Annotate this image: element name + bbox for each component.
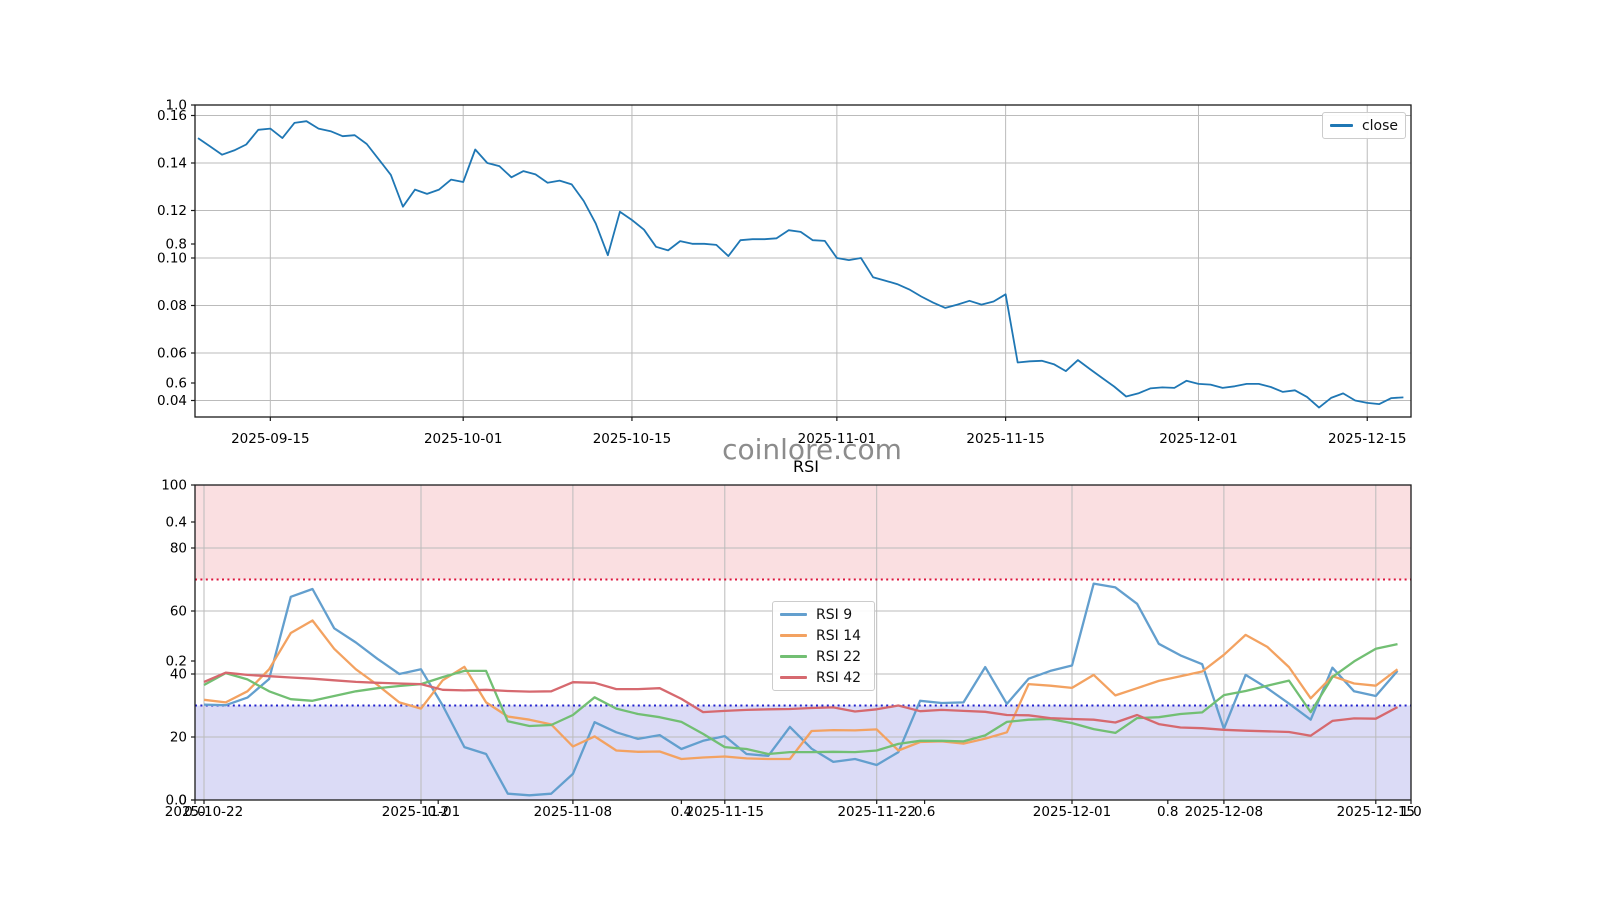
rsi-panel-title: RSI — [793, 457, 819, 476]
rsi14-line-swatch-icon — [780, 634, 807, 637]
overlay-xtick-label: 1.0 — [1400, 804, 1421, 820]
overlay-ytick-label: 1.0 — [166, 98, 187, 114]
price-xtick-label: 2025-10-15 — [593, 431, 671, 447]
price-ytick-label: 0.08 — [157, 298, 187, 314]
overlay-xtick-label: 0.2 — [427, 804, 448, 820]
rsi-legend: RSI 9 RSI 14 RSI 22 RSI 42 — [772, 601, 875, 691]
legend-label-rsi9: RSI 9 — [816, 606, 853, 623]
overlay-ytick-label: 0.8 — [166, 237, 187, 253]
rsi-xtick-label: 2025-11-15 — [686, 804, 764, 820]
rsi-ytick-label: 60 — [170, 604, 187, 620]
overlay-xtick-label: 0.4 — [671, 804, 692, 820]
price-xtick-label: 2025-12-15 — [1328, 431, 1406, 447]
figure: 0.16 0.14 0.12 0.10 0.08 0.06 0.04 2025-09-15 20… — [0, 0, 1600, 900]
overlay-xtick-label: 0.8 — [1157, 804, 1178, 820]
price-xtick-label: 2025-09-15 — [231, 431, 309, 447]
rsi-ytick-label: 100 — [161, 478, 187, 494]
price-panel-border — [194, 104, 1412, 418]
rsi-xtick-label: 2025-12-08 — [1185, 804, 1263, 820]
close-line — [197, 120, 1404, 409]
legend-row: RSI 14 — [780, 629, 867, 643]
overlay-ytick-label: 0.2 — [166, 654, 187, 670]
legend-label-rsi42: RSI 42 — [816, 669, 862, 686]
rsi42-line-swatch-icon — [780, 676, 807, 679]
rsi-xtick-label: 2025-12-01 — [1033, 804, 1111, 820]
close-line-swatch-icon — [1330, 124, 1353, 127]
overlay-ytick-label: 0.6 — [166, 376, 187, 392]
legend-row: RSI 9 — [780, 608, 867, 622]
price-ytick-label: 0.14 — [157, 156, 187, 172]
overlay-xtick-label: 0.0 — [184, 804, 205, 820]
legend-row: close — [1330, 119, 1398, 133]
rsi-xtick-label: 2025-11-08 — [534, 804, 612, 820]
legend-row: RSI 42 — [780, 671, 867, 685]
price-ytick-label: 0.10 — [157, 251, 187, 267]
legend-label-close: close — [1361, 117, 1398, 134]
price-xtick-label: 2025-10-01 — [424, 431, 502, 447]
rsi-ytick-label: 80 — [170, 541, 187, 557]
rsi-ytick-label: 20 — [170, 730, 187, 746]
price-xtick-label: 2025-11-15 — [966, 431, 1044, 447]
overlay-ytick-label: 0.4 — [166, 515, 187, 531]
legend-label-rsi22: RSI 22 — [816, 648, 862, 665]
price-ytick-label: 0.06 — [157, 346, 187, 362]
price-legend: close — [1322, 112, 1406, 139]
overbought-band — [195, 485, 1411, 580]
legend-row: RSI 22 — [780, 650, 867, 664]
rsi9-line-swatch-icon — [780, 613, 807, 616]
rsi-xtick-label: 2025-11-22 — [837, 804, 915, 820]
price-ytick-label: 0.12 — [157, 203, 187, 219]
price-ytick-label: 0.04 — [157, 393, 187, 409]
price-xtick-label: 2025-12-01 — [1159, 431, 1237, 447]
overlay-xtick-label: 0.6 — [914, 804, 935, 820]
legend-label-rsi14: RSI 14 — [816, 627, 862, 644]
rsi22-line-swatch-icon — [780, 655, 807, 658]
